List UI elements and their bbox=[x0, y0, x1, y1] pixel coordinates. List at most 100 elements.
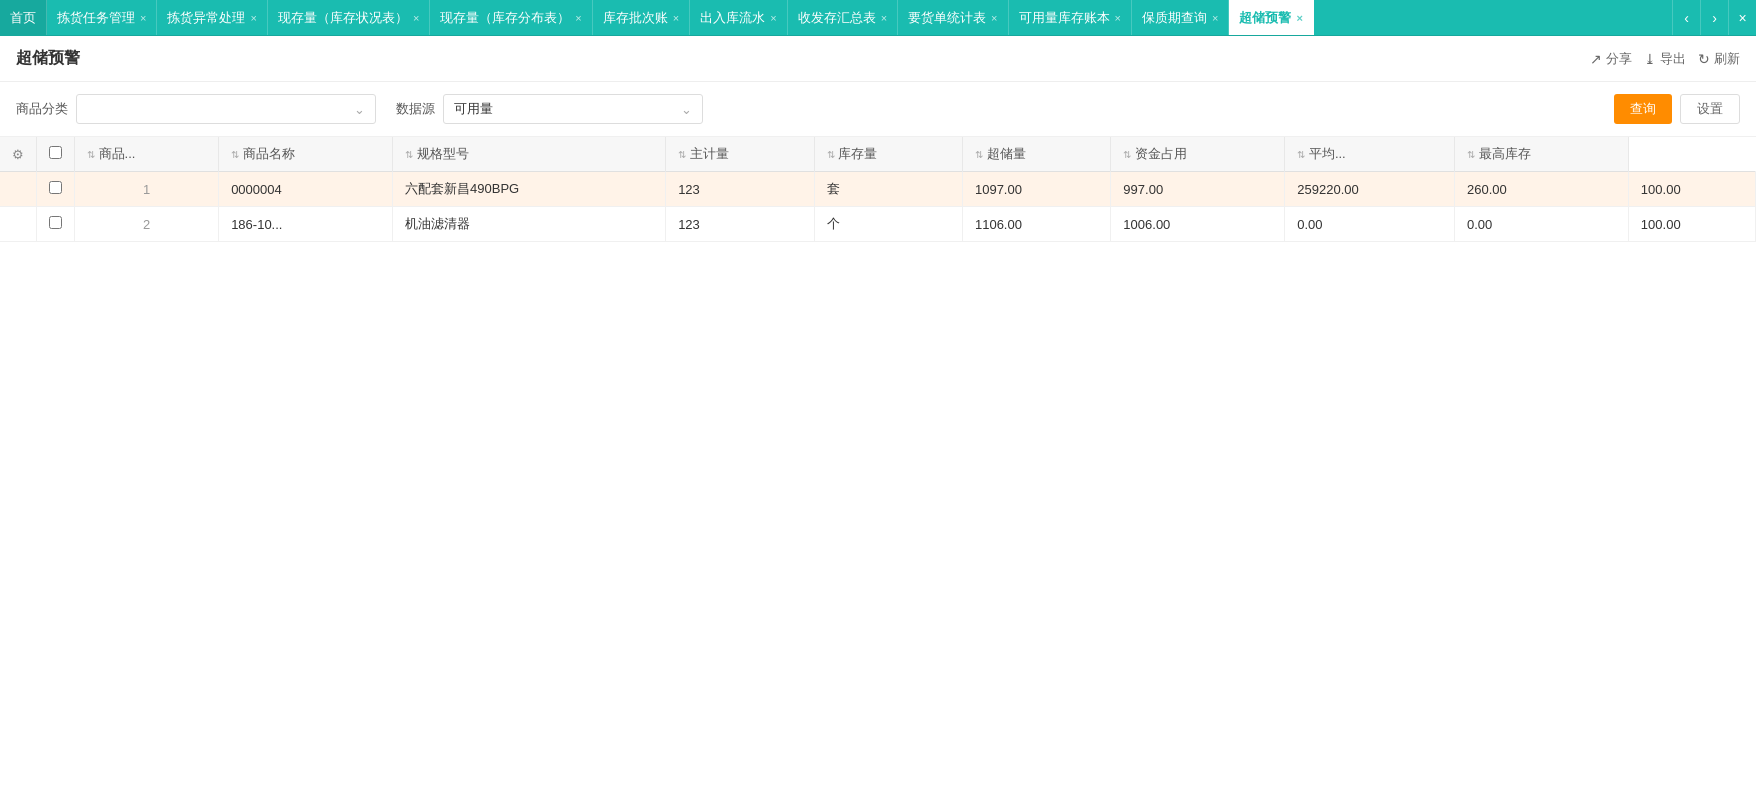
nav-item-stock-status[interactable]: 现存量（库存状况表）× bbox=[268, 0, 430, 36]
row-capital-1: 0.00 bbox=[1285, 207, 1455, 242]
filter-area: 商品分类 ⌄ 数据源 可用量 ⌄ 查询 设置 bbox=[0, 82, 1756, 137]
row-avg-0: 260.00 bbox=[1454, 172, 1628, 207]
export-button[interactable]: ⤓ 导出 bbox=[1644, 50, 1686, 68]
select-all-checkbox[interactable] bbox=[49, 146, 62, 159]
col-product-name[interactable]: ⇅ 商品名称 bbox=[219, 137, 393, 172]
col-gear: ⚙ bbox=[0, 137, 37, 172]
row-spec-1: 123 bbox=[666, 207, 814, 242]
refresh-button[interactable]: ↻ 刷新 bbox=[1698, 50, 1740, 68]
row-overstock-1: 1006.00 bbox=[1111, 207, 1285, 242]
share-icon: ↗ bbox=[1590, 51, 1602, 67]
table-row: 1 0000004 六配套新昌490BPG 123 套 1097.00 997.… bbox=[0, 172, 1756, 207]
nav-item-batch[interactable]: 库存批次账× bbox=[593, 0, 690, 36]
row-product-name-0: 六配套新昌490BPG bbox=[393, 172, 666, 207]
nav-item-abnormal[interactable]: 拣货异常处理× bbox=[157, 0, 267, 36]
category-label: 商品分类 bbox=[16, 100, 68, 118]
page-title: 超储预警 bbox=[16, 48, 80, 69]
row-unit-0: 套 bbox=[814, 172, 962, 207]
row-unit-1: 个 bbox=[814, 207, 962, 242]
table-row: 2 186-10... 机油滤清器 123 个 1106.00 1006.00 … bbox=[0, 207, 1756, 242]
row-max-stock-1: 100.00 bbox=[1628, 207, 1755, 242]
nav-arrows: ‹ › × bbox=[1672, 0, 1756, 36]
row-avg-1: 0.00 bbox=[1454, 207, 1628, 242]
row-product-code-1: 186-10... bbox=[219, 207, 393, 242]
nav-close-order-stats[interactable]: × bbox=[991, 12, 997, 24]
nav-left-arrow[interactable]: ‹ bbox=[1672, 0, 1700, 36]
nav-close-stock-dist[interactable]: × bbox=[575, 12, 581, 24]
nav-item-home[interactable]: 首页 bbox=[0, 0, 47, 36]
header-actions: ↗ 分享 ⤓ 导出 ↻ 刷新 bbox=[1590, 50, 1740, 68]
col-product-code[interactable]: ⇅ 商品... bbox=[75, 137, 219, 172]
nav-item-order-stats[interactable]: 要货单统计表× bbox=[898, 0, 1008, 36]
datasource-value: 可用量 bbox=[454, 100, 493, 118]
gear-icon[interactable]: ⚙ bbox=[12, 147, 24, 162]
nav-close-abnormal[interactable]: × bbox=[250, 12, 256, 24]
row-num-0: 1 bbox=[75, 172, 219, 207]
row-product-code-0: 0000004 bbox=[219, 172, 393, 207]
row-spec-0: 123 bbox=[666, 172, 814, 207]
nav-item-quality[interactable]: 保质期查询× bbox=[1132, 0, 1229, 36]
nav-close-available[interactable]: × bbox=[1115, 12, 1121, 24]
page-header: 超储预警 ↗ 分享 ⤓ 导出 ↻ 刷新 bbox=[0, 36, 1756, 82]
data-table: ⚙ ⇅ 商品... ⇅ 商品名称 ⇅ 规格型号 bbox=[0, 137, 1756, 242]
col-unit[interactable]: ⇅ 主计量 bbox=[666, 137, 814, 172]
nav-item-overstock[interactable]: 超储预警× bbox=[1229, 0, 1313, 36]
nav-close-overstock[interactable]: × bbox=[1296, 12, 1302, 24]
export-icon: ⤓ bbox=[1644, 51, 1656, 67]
sort-icon-max-stock: ⇅ bbox=[1467, 149, 1475, 160]
row-capital-0: 259220.00 bbox=[1285, 172, 1455, 207]
nav-close-quality[interactable]: × bbox=[1212, 12, 1218, 24]
share-button[interactable]: ↗ 分享 bbox=[1590, 50, 1632, 68]
refresh-icon: ↻ bbox=[1698, 51, 1710, 67]
row-gear-1 bbox=[0, 207, 37, 242]
col-capital[interactable]: ⇅ 资金占用 bbox=[1111, 137, 1285, 172]
nav-item-summary[interactable]: 收发存汇总表× bbox=[788, 0, 898, 36]
settings-button[interactable]: 设置 bbox=[1680, 94, 1740, 124]
datasource-chevron-icon: ⌄ bbox=[681, 102, 692, 117]
nav-close-batch[interactable]: × bbox=[673, 12, 679, 24]
nav-close-summary[interactable]: × bbox=[881, 12, 887, 24]
datasource-filter-group: 数据源 可用量 ⌄ bbox=[396, 94, 703, 124]
col-max-stock[interactable]: ⇅ 最高库存 bbox=[1454, 137, 1628, 172]
datasource-label: 数据源 bbox=[396, 100, 435, 118]
col-stock[interactable]: ⇅ 库存量 bbox=[814, 137, 962, 172]
query-button[interactable]: 查询 bbox=[1614, 94, 1672, 124]
col-avg[interactable]: ⇅ 平均... bbox=[1285, 137, 1455, 172]
category-filter-group: 商品分类 ⌄ bbox=[16, 94, 376, 124]
col-checkbox bbox=[37, 137, 75, 172]
nav-right-arrow[interactable]: › bbox=[1700, 0, 1728, 36]
filter-actions: 查询 设置 bbox=[1614, 94, 1740, 124]
col-overstock[interactable]: ⇅ 超储量 bbox=[962, 137, 1110, 172]
nav-close-stock-status[interactable]: × bbox=[413, 12, 419, 24]
sort-icon-stock: ⇅ bbox=[827, 149, 835, 160]
row-gear-0 bbox=[0, 172, 37, 207]
category-select[interactable]: ⌄ bbox=[76, 94, 376, 124]
nav-item-stock-dist[interactable]: 现存量（库存分布表）× bbox=[430, 0, 592, 36]
category-chevron-icon: ⌄ bbox=[354, 102, 365, 117]
sort-icon-capital: ⇅ bbox=[1123, 149, 1131, 160]
row-checkbox-cell-0 bbox=[37, 172, 75, 207]
nav-item-available[interactable]: 可用量库存账本× bbox=[1009, 0, 1132, 36]
sort-icon-spec: ⇅ bbox=[405, 149, 413, 160]
nav-item-task[interactable]: 拣货任务管理× bbox=[47, 0, 157, 36]
page-content: 超储预警 ↗ 分享 ⤓ 导出 ↻ 刷新 商品分类 ⌄ 数据源 bbox=[0, 36, 1756, 800]
top-nav: 首页拣货任务管理×拣货异常处理×现存量（库存状况表）×现存量（库存分布表）×库存… bbox=[0, 0, 1756, 36]
row-checkbox-0[interactable] bbox=[49, 181, 62, 194]
col-spec[interactable]: ⇅ 规格型号 bbox=[393, 137, 666, 172]
nav-item-inout[interactable]: 出入库流水× bbox=[690, 0, 787, 36]
datasource-select[interactable]: 可用量 ⌄ bbox=[443, 94, 703, 124]
nav-close-task[interactable]: × bbox=[140, 12, 146, 24]
row-max-stock-0: 100.00 bbox=[1628, 172, 1755, 207]
table-container: ⚙ ⇅ 商品... ⇅ 商品名称 ⇅ 规格型号 bbox=[0, 137, 1756, 242]
sort-icon-product-code: ⇅ bbox=[87, 149, 95, 160]
sort-icon-avg: ⇅ bbox=[1297, 149, 1305, 160]
row-stock-1: 1106.00 bbox=[962, 207, 1110, 242]
sort-icon-product-name: ⇅ bbox=[231, 149, 239, 160]
row-checkbox-cell-1 bbox=[37, 207, 75, 242]
row-overstock-0: 997.00 bbox=[1111, 172, 1285, 207]
nav-close-arrow[interactable]: × bbox=[1728, 0, 1756, 36]
nav-close-inout[interactable]: × bbox=[770, 12, 776, 24]
sort-icon-overstock: ⇅ bbox=[975, 149, 983, 160]
row-checkbox-1[interactable] bbox=[49, 216, 62, 229]
sort-icon-unit: ⇅ bbox=[678, 149, 686, 160]
